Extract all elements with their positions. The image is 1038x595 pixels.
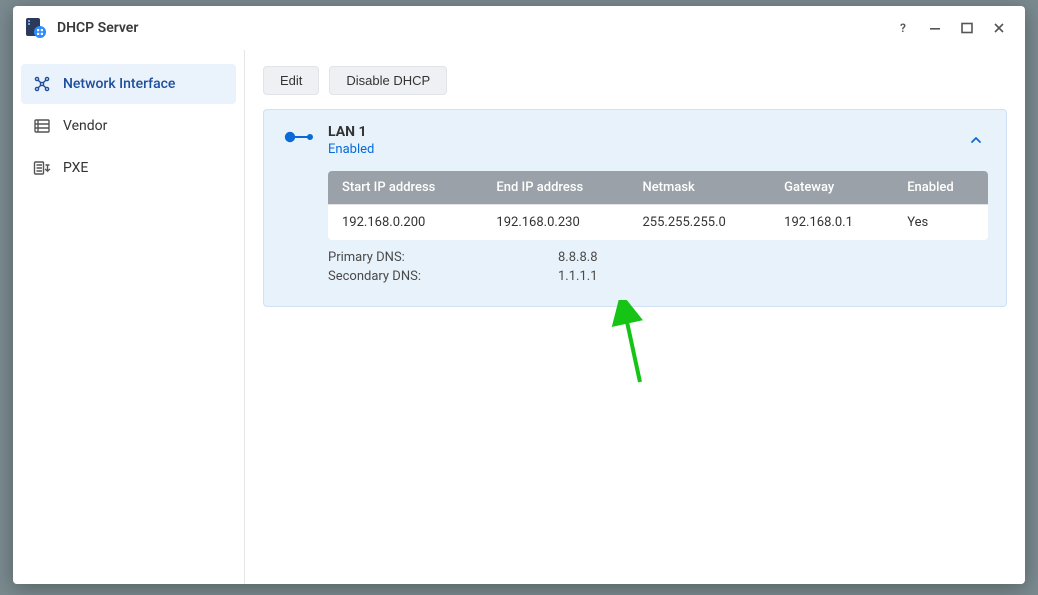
- sidebar-item-network-interface[interactable]: Network Interface: [21, 64, 236, 104]
- sidebar-item-vendor[interactable]: Vendor: [21, 106, 236, 146]
- sidebar-item-label: Vendor: [63, 118, 107, 134]
- app-icon: [25, 17, 47, 39]
- app-window: DHCP Server ?: [13, 6, 1025, 584]
- interface-name: LAN 1: [328, 124, 964, 140]
- close-button[interactable]: [985, 14, 1013, 42]
- cell-start-ip: 192.168.0.200: [328, 205, 482, 241]
- edit-button[interactable]: Edit: [263, 66, 319, 95]
- cell-end-ip: 192.168.0.230: [482, 205, 628, 241]
- vendor-icon: [33, 117, 51, 135]
- dns-info: Primary DNS: 8.8.8.8 Secondary DNS: 1.1.…: [328, 250, 988, 284]
- toolbar: Edit Disable DHCP: [263, 66, 1007, 95]
- sidebar-item-label: PXE: [63, 160, 88, 176]
- titlebar: DHCP Server ?: [13, 6, 1025, 50]
- pxe-icon: [33, 159, 51, 177]
- cell-gateway: 192.168.0.1: [770, 205, 893, 241]
- network-icon: [33, 75, 51, 93]
- connection-icon: [282, 130, 318, 144]
- main-content: Edit Disable DHCP LAN 1 Enabled: [245, 50, 1025, 584]
- secondary-dns-value: 1.1.1.1: [558, 269, 598, 284]
- dhcp-range-table: Start IP address End IP address Netmask …: [328, 171, 988, 240]
- col-enabled: Enabled: [893, 171, 988, 205]
- cell-netmask: 255.255.255.0: [628, 205, 770, 241]
- interface-card: LAN 1 Enabled Start IP address End IP a: [263, 109, 1007, 307]
- primary-dns-value: 8.8.8.8: [558, 250, 598, 265]
- sidebar: Network Interface Vendor: [13, 50, 245, 584]
- svg-text:?: ?: [900, 21, 906, 35]
- cell-enabled: Yes: [893, 205, 988, 241]
- sidebar-item-pxe[interactable]: PXE: [21, 148, 236, 188]
- help-button[interactable]: ?: [889, 14, 917, 42]
- table-row[interactable]: 192.168.0.200 192.168.0.230 255.255.255.…: [328, 205, 988, 241]
- col-start-ip: Start IP address: [328, 171, 482, 205]
- minimize-button[interactable]: [921, 14, 949, 42]
- primary-dns-label: Primary DNS:: [328, 250, 558, 265]
- col-end-ip: End IP address: [482, 171, 628, 205]
- col-gateway: Gateway: [770, 171, 893, 205]
- secondary-dns-label: Secondary DNS:: [328, 269, 558, 284]
- disable-dhcp-button[interactable]: Disable DHCP: [329, 66, 447, 95]
- sidebar-item-label: Network Interface: [63, 76, 175, 92]
- interface-status: Enabled: [328, 142, 964, 157]
- window-title: DHCP Server: [57, 20, 885, 36]
- maximize-button[interactable]: [953, 14, 981, 42]
- collapse-toggle[interactable]: [964, 128, 988, 152]
- col-netmask: Netmask: [628, 171, 770, 205]
